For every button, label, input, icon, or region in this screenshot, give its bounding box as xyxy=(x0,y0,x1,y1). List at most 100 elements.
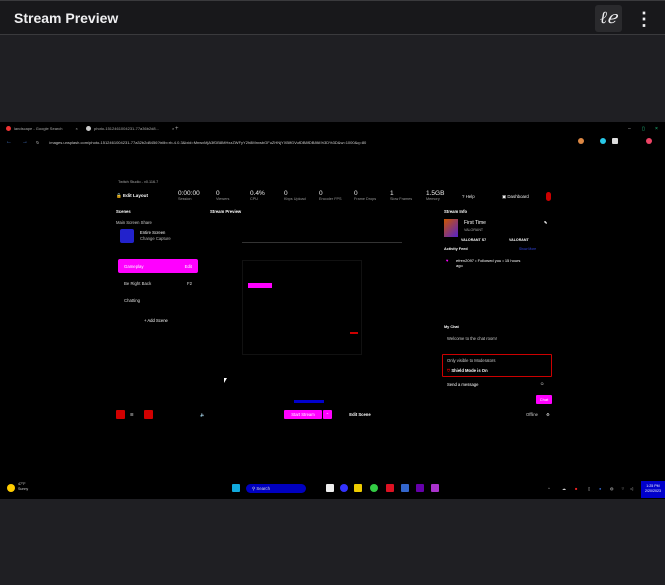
close-window-icon[interactable]: × xyxy=(655,126,658,132)
dashboard-button[interactable]: ▣ Dashboard xyxy=(502,194,529,200)
stat-label: Kbps Upload xyxy=(284,197,306,201)
weather-temp: 47°F xyxy=(18,482,26,486)
stream-tag[interactable]: VALORANT xyxy=(509,238,529,242)
chat-title: My Chat xyxy=(444,325,459,329)
shield-mode-notice: Only visible to Moderators ⛉ Shield Mode… xyxy=(442,354,552,377)
pdf-app-icon[interactable] xyxy=(386,484,394,492)
emote-icon[interactable]: ☺ xyxy=(540,381,544,386)
edit-scene-button[interactable]: Edit Scene xyxy=(348,410,372,419)
reload-icon[interactable]: ↻ xyxy=(36,140,39,145)
popout-button[interactable]: ℓℯ xyxy=(595,5,622,32)
minimize-icon[interactable]: – xyxy=(628,126,631,132)
task-view-icon[interactable] xyxy=(326,484,334,492)
popout-signature-icon: ℓℯ xyxy=(599,8,618,28)
close-tab-icon[interactable]: × xyxy=(172,126,174,131)
weather-sun-icon[interactable] xyxy=(7,484,15,492)
extension-icon[interactable] xyxy=(600,138,606,144)
stat-value: 0 xyxy=(319,190,323,197)
network-icon[interactable]: ◍ xyxy=(610,486,614,491)
tray-overflow-icon[interactable]: ^ xyxy=(548,486,550,491)
scenes-title: Scenes xyxy=(116,209,131,214)
stat-value: 0:00:00 xyxy=(178,190,200,197)
more-options-button[interactable]: ⋮ xyxy=(635,7,653,31)
game-name: VALORANT xyxy=(464,228,484,232)
chat-app-icon[interactable] xyxy=(340,484,348,492)
notification-badge[interactable] xyxy=(546,192,551,201)
camera-off-icon xyxy=(144,410,153,419)
stat-label: CPU xyxy=(250,197,259,201)
camera-mute-button[interactable] xyxy=(144,410,153,419)
dev-app-icon[interactable] xyxy=(416,484,424,492)
stat-value: 0 xyxy=(354,190,358,197)
tray-app-icon[interactable]: ■ xyxy=(575,486,577,491)
address-bar: ← → ↻ images.unsplash.com/photo-15124610… xyxy=(0,136,665,148)
help-button[interactable]: ? Help xyxy=(462,194,475,199)
windows-start-icon[interactable] xyxy=(232,484,240,492)
show-more-link[interactable]: Show More xyxy=(519,247,536,251)
more-vertical-icon: ⋮ xyxy=(635,9,653,29)
taskbar-clock[interactable]: 1:25 PM 2/20/2023 xyxy=(641,481,665,498)
stream-options-button[interactable]: ⌃ xyxy=(323,410,332,419)
usb-icon[interactable]: ▯ xyxy=(588,486,590,491)
steam-tray-icon[interactable]: ● xyxy=(599,486,601,491)
browser-tab[interactable]: landscape - Google Search × xyxy=(6,126,78,131)
file-explorer-icon[interactable] xyxy=(354,484,362,492)
scene-hint: F2 xyxy=(186,280,192,286)
close-tab-icon[interactable]: × xyxy=(75,126,77,131)
shield-mode-label: Shield Mode is On xyxy=(451,368,488,373)
change-capture-link[interactable]: Change Capture xyxy=(140,236,171,241)
stream-title: First Time xyxy=(464,220,486,226)
browser-tab-strip: landscape - Google Search × photo-151246… xyxy=(0,122,665,136)
twitch-studio-window: Twitch Studio - v0.116.7 🔒 Edit Layout 0… xyxy=(112,174,556,424)
chrome-icon[interactable] xyxy=(370,484,378,492)
settings-gear-icon[interactable]: ⚙ xyxy=(544,410,552,419)
add-scene-button[interactable]: + Add Scene xyxy=(144,318,168,323)
volume-button[interactable]: 🔈 xyxy=(200,410,205,419)
edit-layout-button[interactable]: 🔒 Edit Layout xyxy=(116,193,148,199)
stat-label: Session xyxy=(178,197,192,201)
back-icon[interactable]: ← xyxy=(6,139,12,145)
stat-encoder-fps: 0 Encoder FPS xyxy=(319,190,342,201)
new-tab-button[interactable]: + xyxy=(175,126,179,132)
scene-be-right-back[interactable]: Be Right Back F2 xyxy=(118,276,198,290)
stat-value: 1.5GB xyxy=(426,190,445,197)
steam-icon[interactable] xyxy=(401,484,409,492)
panel-title: Stream Preview xyxy=(14,10,119,26)
maximize-icon[interactable]: ▯ xyxy=(642,126,645,132)
search-label: Search xyxy=(256,486,270,491)
onedrive-icon[interactable]: ☁ xyxy=(562,486,566,491)
profile-avatar-icon[interactable] xyxy=(646,138,652,144)
start-stream-button[interactable]: Start Stream xyxy=(284,410,322,419)
google-icon xyxy=(6,126,11,131)
panel-header: Stream Preview ℓℯ ⋮ xyxy=(0,0,665,35)
stat-cpu: 0.4% CPU xyxy=(250,190,265,201)
stat-slow-frames: 1 Slow Frames xyxy=(390,190,412,201)
help-icon: ? xyxy=(462,194,465,199)
stream-info-title: Stream Info xyxy=(444,209,468,214)
speaker-icon: 🔈 xyxy=(200,411,206,417)
clock-date: 2/20/2023 xyxy=(645,489,661,493)
scene-chatting[interactable]: Chatting xyxy=(118,293,198,307)
heart-icon: ♥ xyxy=(446,258,449,263)
forward-icon[interactable]: → xyxy=(22,139,28,145)
browser-tab[interactable]: photo-1512461004231-77a36b2d8... × xyxy=(86,126,174,131)
mic-mute-button[interactable] xyxy=(116,410,125,419)
taskbar-search[interactable]: ⚲ Search xyxy=(246,484,306,493)
stat-viewers: 0 Viewers xyxy=(216,190,229,201)
scene-gameplay[interactable]: Gameplay Edit xyxy=(118,259,198,273)
audio-mixer-button[interactable]: ☰ xyxy=(130,410,134,419)
edit-pencil-icon[interactable]: ✎ xyxy=(544,220,548,225)
chat-send-button[interactable]: Chat xyxy=(536,395,552,404)
wifi-icon[interactable]: ⌔ xyxy=(621,486,625,492)
extension-icon[interactable] xyxy=(578,138,584,144)
preview-bottom-padding xyxy=(0,499,665,585)
stream-tag[interactable]: VALORANT S7 xyxy=(461,238,486,242)
puzzle-icon[interactable] xyxy=(612,138,618,144)
twitch-studio-icon[interactable] xyxy=(431,484,439,492)
stat-label: Frame Drops xyxy=(354,197,377,201)
url-field[interactable]: images.unsplash.com/photo-1512461004231-… xyxy=(49,140,366,145)
stat-value: 0 xyxy=(216,190,220,197)
volume-tray-icon[interactable]: ◁ xyxy=(630,486,633,491)
scene-label: Chatting xyxy=(124,297,141,303)
send-message-input[interactable]: Send a message xyxy=(447,382,478,387)
